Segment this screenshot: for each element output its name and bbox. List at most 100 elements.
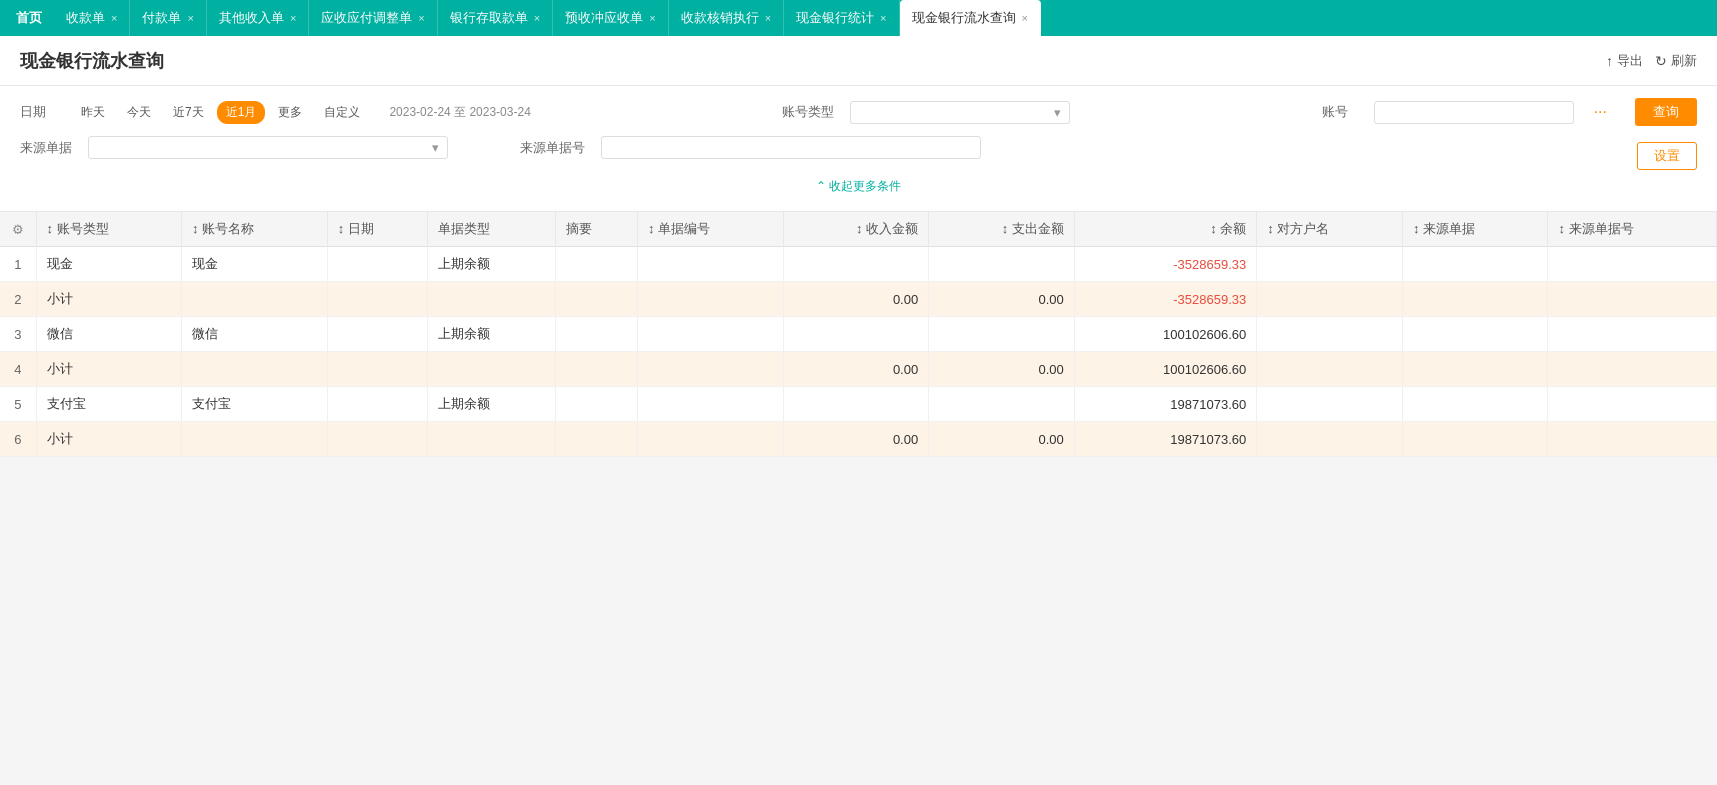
export-button[interactable]: ↑ 导出 — [1606, 52, 1643, 70]
account-no-label: 账号 — [1322, 103, 1358, 121]
cell-account-type: 支付宝 — [36, 387, 182, 422]
cell-date — [327, 317, 427, 352]
cell-date — [327, 247, 427, 282]
col-gear[interactable]: ⚙ — [0, 212, 36, 247]
date-btn-7days[interactable]: 近7天 — [164, 101, 213, 124]
page-header: 现金银行流水查询 ↑ 导出 ↻ 刷新 — [0, 36, 1717, 86]
cell-expense: 0.00 — [929, 282, 1075, 317]
cell-doc-no — [637, 352, 783, 387]
date-btn-custom[interactable]: 自定义 — [315, 101, 369, 124]
cell-source-doc — [1402, 317, 1548, 352]
date-range-display: 2023-02-24 至 2023-03-24 — [389, 104, 530, 121]
cell-counterpart — [1257, 317, 1403, 352]
cell-doc-no — [637, 282, 783, 317]
export-icon: ↑ — [1606, 53, 1613, 69]
account-no-dots[interactable]: ··· — [1590, 103, 1611, 121]
table-body: 1现金现金上期余额-3528659.332小计0.000.00-3528659.… — [0, 247, 1717, 457]
cell-doc-no — [637, 387, 783, 422]
cell-account-name — [182, 422, 328, 457]
source-doc-no-input[interactable] — [601, 136, 981, 159]
source-doc-select[interactable]: ▾ — [88, 136, 448, 159]
cell-account-name — [182, 282, 328, 317]
nav-tab-0[interactable]: 收款单 × — [54, 0, 130, 36]
account-type-select[interactable]: ▾ — [850, 101, 1070, 124]
cell-doc-type — [427, 282, 555, 317]
close-tab-1[interactable]: × — [187, 12, 193, 24]
date-btn-today[interactable]: 今天 — [118, 101, 160, 124]
cell-doc-type: 上期余额 — [427, 247, 555, 282]
cell-account-type: 小计 — [36, 282, 182, 317]
cell-account-type: 微信 — [36, 317, 182, 352]
table-row: 1现金现金上期余额-3528659.33 — [0, 247, 1717, 282]
close-tab-6[interactable]: × — [765, 12, 771, 24]
row-num: 4 — [0, 352, 36, 387]
close-tab-0[interactable]: × — [111, 12, 117, 24]
cell-source-doc — [1402, 422, 1548, 457]
cell-source-doc-no — [1548, 282, 1717, 317]
close-tab-5[interactable]: × — [649, 12, 655, 24]
table-row: 5支付宝支付宝上期余额19871073.60 — [0, 387, 1717, 422]
cell-source-doc-no — [1548, 317, 1717, 352]
nav-tab-6[interactable]: 收款核销执行 × — [669, 0, 784, 36]
date-btn-more[interactable]: 更多 — [269, 101, 311, 124]
cell-expense — [929, 247, 1075, 282]
col-account-type-label: ↕ 账号类型 — [47, 221, 109, 236]
cell-summary — [555, 352, 637, 387]
cell-counterpart — [1257, 422, 1403, 457]
cell-counterpart — [1257, 352, 1403, 387]
close-tab-8[interactable]: × — [1022, 12, 1028, 24]
cell-expense — [929, 387, 1075, 422]
cell-account-name: 支付宝 — [182, 387, 328, 422]
account-type-label: 账号类型 — [782, 103, 834, 121]
filter-row-2: 来源单据 ▾ 来源单据号 — [20, 136, 1617, 159]
col-doc-type: 单据类型 — [427, 212, 555, 247]
cell-counterpart — [1257, 282, 1403, 317]
query-button[interactable]: 查询 — [1635, 98, 1697, 126]
source-doc-label: 来源单据 — [20, 139, 72, 157]
cell-income: 0.00 — [783, 352, 929, 387]
cell-income: 0.00 — [783, 282, 929, 317]
nav-tab-8[interactable]: 现金银行流水查询 × — [900, 0, 1041, 36]
cell-income: 0.00 — [783, 422, 929, 457]
close-tab-2[interactable]: × — [290, 12, 296, 24]
cell-source-doc — [1402, 352, 1548, 387]
date-btn-yesterday[interactable]: 昨天 — [72, 101, 114, 124]
cell-account-name: 现金 — [182, 247, 328, 282]
nav-tab-3[interactable]: 应收应付调整单 × — [309, 0, 437, 36]
col-summary: 摘要 — [555, 212, 637, 247]
cell-balance: 100102606.60 — [1074, 352, 1256, 387]
cell-source-doc — [1402, 282, 1548, 317]
cell-date — [327, 422, 427, 457]
cell-expense: 0.00 — [929, 352, 1075, 387]
col-source-doc-no: ↕ 来源单据号 — [1548, 212, 1717, 247]
col-account-type: ↕ 账号类型 — [36, 212, 182, 247]
account-no-input[interactable] — [1374, 101, 1574, 124]
cell-expense — [929, 317, 1075, 352]
close-tab-3[interactable]: × — [418, 12, 424, 24]
nav-tab-5[interactable]: 预收冲应收单 × — [553, 0, 668, 36]
close-tab-7[interactable]: × — [880, 12, 886, 24]
close-tab-4[interactable]: × — [534, 12, 540, 24]
date-btn-1month[interactable]: 近1月 — [217, 101, 266, 124]
nav-tab-1[interactable]: 付款单 × — [130, 0, 206, 36]
filter-area: 日期 昨天 今天 近7天 近1月 更多 自定义 2023-02-24 至 202… — [0, 86, 1717, 212]
cell-balance: -3528659.33 — [1074, 282, 1256, 317]
row-num: 5 — [0, 387, 36, 422]
nav-tab-4[interactable]: 银行存取款单 × — [438, 0, 553, 36]
settings-button[interactable]: 设置 — [1637, 142, 1697, 170]
top-nav: 首页 收款单 × 付款单 × 其他收入单 × 应收应付调整单 × 银行存取款单 … — [0, 0, 1717, 36]
refresh-button[interactable]: ↻ 刷新 — [1655, 52, 1697, 70]
col-source-doc: ↕ 来源单据 — [1402, 212, 1548, 247]
cell-balance: -3528659.33 — [1074, 247, 1256, 282]
nav-tab-7[interactable]: 现金银行统计 × — [784, 0, 899, 36]
nav-home[interactable]: 首页 — [4, 0, 54, 36]
cell-doc-no — [637, 317, 783, 352]
cell-income — [783, 247, 929, 282]
account-type-arrow: ▾ — [1054, 105, 1061, 120]
table-row: 6小计0.000.0019871073.60 — [0, 422, 1717, 457]
nav-tab-2[interactable]: 其他收入单 × — [207, 0, 309, 36]
cell-source-doc-no — [1548, 387, 1717, 422]
collapse-bar[interactable]: ⌃ 收起更多条件 — [20, 174, 1697, 199]
page-title: 现金银行流水查询 — [20, 49, 164, 73]
table-row: 3微信微信上期余额100102606.60 — [0, 317, 1717, 352]
